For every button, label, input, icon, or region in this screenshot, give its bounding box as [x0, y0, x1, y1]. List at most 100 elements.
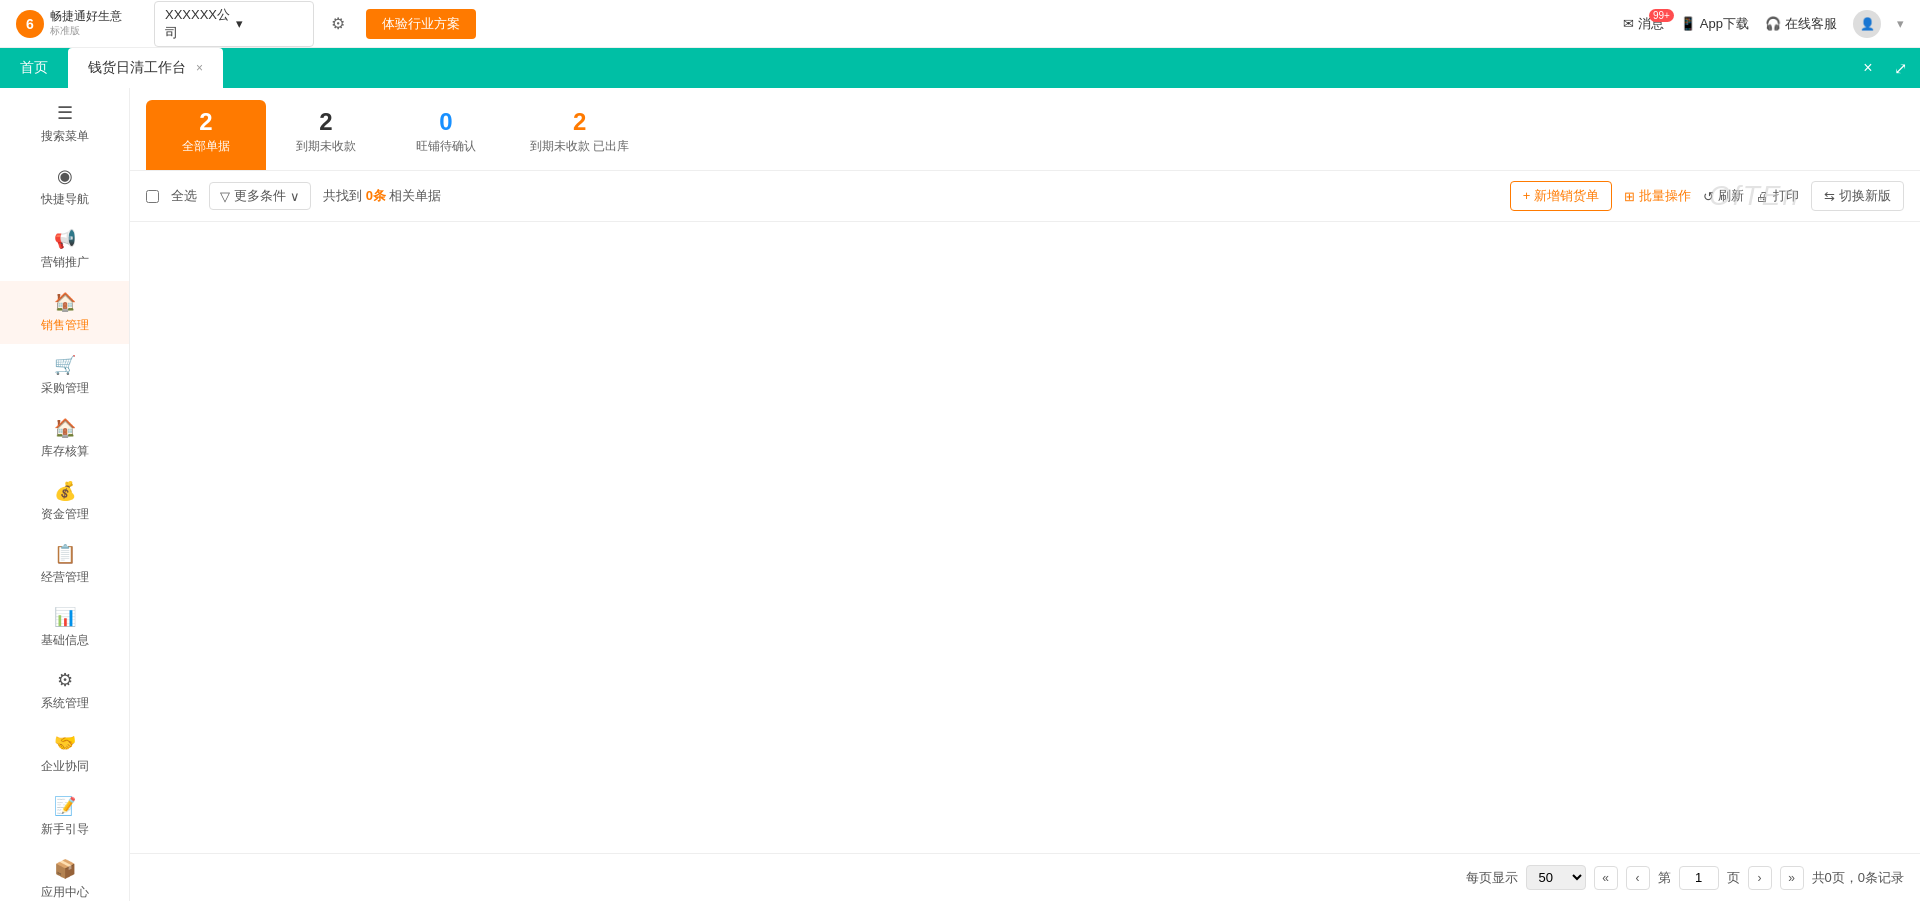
prev-page-button[interactable]: ‹ [1626, 866, 1650, 890]
sidebar-label-sales-mgmt: 销售管理 [41, 317, 89, 334]
print-button[interactable]: 🖨 打印 [1756, 187, 1799, 205]
stat-num-overdue: 2 [319, 108, 332, 136]
inventory-icon: 🏠 [54, 417, 76, 439]
search-menu-icon: ☰ [57, 102, 73, 124]
message-badge: 99+ [1649, 9, 1674, 22]
sidebar-item-sales-mgmt[interactable]: 🏠 销售管理 [0, 281, 129, 344]
stats-tabs-bar: 2 全部单据 2 到期未收款 0 旺铺待确认 2 到期未收款 已出库 [130, 88, 1920, 171]
experience-industry-button[interactable]: 体验行业方案 [366, 9, 476, 39]
logo-icon: 6 [16, 10, 44, 38]
print-label: 打印 [1773, 187, 1799, 205]
batch-operation-button[interactable]: ⊞ 批量操作 [1624, 187, 1691, 205]
sidebar-item-app-center[interactable]: 📦 应用中心 [0, 848, 129, 901]
logo-sub: 标准版 [50, 24, 122, 38]
select-all-label: 全选 [171, 187, 197, 205]
sidebar-label-sys-mgmt: 系统管理 [41, 695, 89, 712]
company-name: XXXXXX公司 [165, 6, 232, 42]
main-content-area: 2 全部单据 2 到期未收款 0 旺铺待确认 2 到期未收款 已出库 全选 ▽ … [130, 88, 1920, 901]
close-window-button[interactable]: × [1856, 56, 1880, 80]
switch-new-label: 切换新版 [1839, 187, 1891, 205]
logo-text: 畅捷通好生意 [50, 9, 122, 25]
add-sales-order-button[interactable]: + 新增销货单 [1510, 181, 1612, 211]
main-layout: ☰ 搜索菜单 ◉ 快捷导航 📢 营销推广 🏠 销售管理 🛒 采购管理 🏠 库存核… [0, 88, 1920, 901]
filter-icon: ▽ [220, 189, 230, 204]
app-download-button[interactable]: 📱 App下载 [1680, 15, 1749, 33]
stat-num-all: 2 [199, 108, 212, 136]
stat-label-unshipped: 到期未收款 已出库 [530, 138, 629, 155]
page-suffix: 页 [1727, 869, 1740, 887]
settings-button[interactable]: ⚙ [322, 8, 354, 40]
app-download-label: App下载 [1700, 15, 1749, 33]
home-tab-label: 首页 [20, 59, 48, 77]
sidebar-item-search-menu[interactable]: ☰ 搜索菜单 [0, 92, 129, 155]
sidebar-label-search-menu: 搜索菜单 [41, 128, 89, 145]
marketing-icon: 📢 [54, 228, 76, 250]
pagination-bar: 每页显示 50 100 200 « ‹ 第 页 › » 共0页，0条记录 [130, 853, 1920, 901]
per-page-label: 每页显示 [1466, 869, 1518, 887]
stat-tab-overdue-unshipped[interactable]: 2 到期未收款 已出库 [506, 100, 653, 170]
sidebar-item-marketing[interactable]: 📢 营销推广 [0, 218, 129, 281]
company-selector[interactable]: XXXXXX公司 ▾ [154, 1, 314, 47]
found-suffix: 相关单据 [389, 188, 441, 203]
sidebar-label-app-center: 应用中心 [41, 884, 89, 901]
sidebar-label-newbie-guide: 新手引导 [41, 821, 89, 838]
last-page-button[interactable]: » [1780, 866, 1804, 890]
sidebar-label-inventory: 库存核算 [41, 443, 89, 460]
switch-icon: ⇆ [1824, 189, 1835, 204]
last-page-icon: » [1788, 871, 1795, 885]
refresh-label: 刷新 [1718, 187, 1744, 205]
tab-home[interactable]: 首页 [0, 48, 68, 88]
finance-icon: 💰 [54, 480, 76, 502]
per-page-select[interactable]: 50 100 200 [1526, 865, 1586, 890]
sidebar-item-basic-info[interactable]: 📊 基础信息 [0, 596, 129, 659]
close-tab-icon[interactable]: × [196, 61, 203, 75]
sidebar: ☰ 搜索菜单 ◉ 快捷导航 📢 营销推广 🏠 销售管理 🛒 采购管理 🏠 库存核… [0, 88, 130, 901]
sidebar-item-newbie-guide[interactable]: 📝 新手引导 [0, 785, 129, 848]
page-number-input[interactable] [1679, 866, 1719, 890]
sidebar-label-purchase-mgmt: 采购管理 [41, 380, 89, 397]
message-icon: ✉ [1623, 16, 1634, 31]
avatar-placeholder: 👤 [1860, 17, 1875, 31]
first-page-button[interactable]: « [1594, 866, 1618, 890]
sidebar-item-inventory[interactable]: 🏠 库存核算 [0, 407, 129, 470]
select-all-checkbox[interactable] [146, 190, 159, 203]
logo-area: 6 畅捷通好生意 标准版 [16, 9, 146, 39]
message-button[interactable]: ✉ 消息 99+ [1623, 15, 1664, 33]
sidebar-label-quick-nav: 快捷导航 [41, 191, 89, 208]
maximize-button[interactable]: ⤢ [1888, 56, 1912, 80]
nav-tabs-right: × ⤢ [1856, 56, 1920, 80]
tab-qianhuo[interactable]: 钱货日清工作台 × [68, 48, 223, 88]
refresh-icon: ↺ [1703, 189, 1714, 204]
newbie-guide-icon: 📝 [54, 795, 76, 817]
dropdown-arrow-icon: ▾ [236, 16, 303, 31]
stat-tab-wangpu[interactable]: 0 旺铺待确认 [386, 100, 506, 170]
page-label: 第 [1658, 869, 1671, 887]
stat-label-wangpu: 旺铺待确认 [416, 138, 476, 155]
user-name-area[interactable]: ▾ [1897, 16, 1904, 31]
refresh-button[interactable]: ↺ 刷新 [1703, 187, 1744, 205]
app-center-icon: 📦 [54, 858, 76, 880]
sidebar-item-purchase-mgmt[interactable]: 🛒 采购管理 [0, 344, 129, 407]
nav-tabs-bar: 首页 钱货日清工作台 × × ⤢ [0, 48, 1920, 88]
stat-tab-all[interactable]: 2 全部单据 [146, 100, 266, 170]
total-records-label: 共0页，0条记录 [1812, 869, 1904, 887]
sidebar-item-enterprise-coop[interactable]: 🤝 企业协同 [0, 722, 129, 785]
sidebar-item-finance[interactable]: 💰 资金管理 [0, 470, 129, 533]
stat-tab-overdue-uncollected[interactable]: 2 到期未收款 [266, 100, 386, 170]
logo-text-block: 畅捷通好生意 标准版 [50, 9, 122, 39]
found-prefix: 共找到 [323, 188, 362, 203]
online-service-label: 在线客服 [1785, 15, 1837, 33]
sidebar-item-sys-mgmt[interactable]: ⚙ 系统管理 [0, 659, 129, 722]
avatar[interactable]: 👤 [1853, 10, 1881, 38]
sidebar-item-operations[interactable]: 📋 经营管理 [0, 533, 129, 596]
sales-mgmt-icon: 🏠 [54, 291, 76, 313]
sidebar-item-quick-nav[interactable]: ◉ 快捷导航 [0, 155, 129, 218]
stat-num-wangpu: 0 [439, 108, 452, 136]
switch-new-version-button[interactable]: ⇆ 切换新版 [1811, 181, 1904, 211]
header-right-area: ✉ 消息 99+ 📱 App下载 🎧 在线客服 👤 ▾ [1623, 10, 1904, 38]
more-filter-button[interactable]: ▽ 更多条件 ∨ [209, 182, 311, 210]
batch-op-label: 批量操作 [1639, 187, 1691, 205]
online-service-button[interactable]: 🎧 在线客服 [1765, 15, 1837, 33]
headset-icon: 🎧 [1765, 16, 1781, 31]
next-page-button[interactable]: › [1748, 866, 1772, 890]
